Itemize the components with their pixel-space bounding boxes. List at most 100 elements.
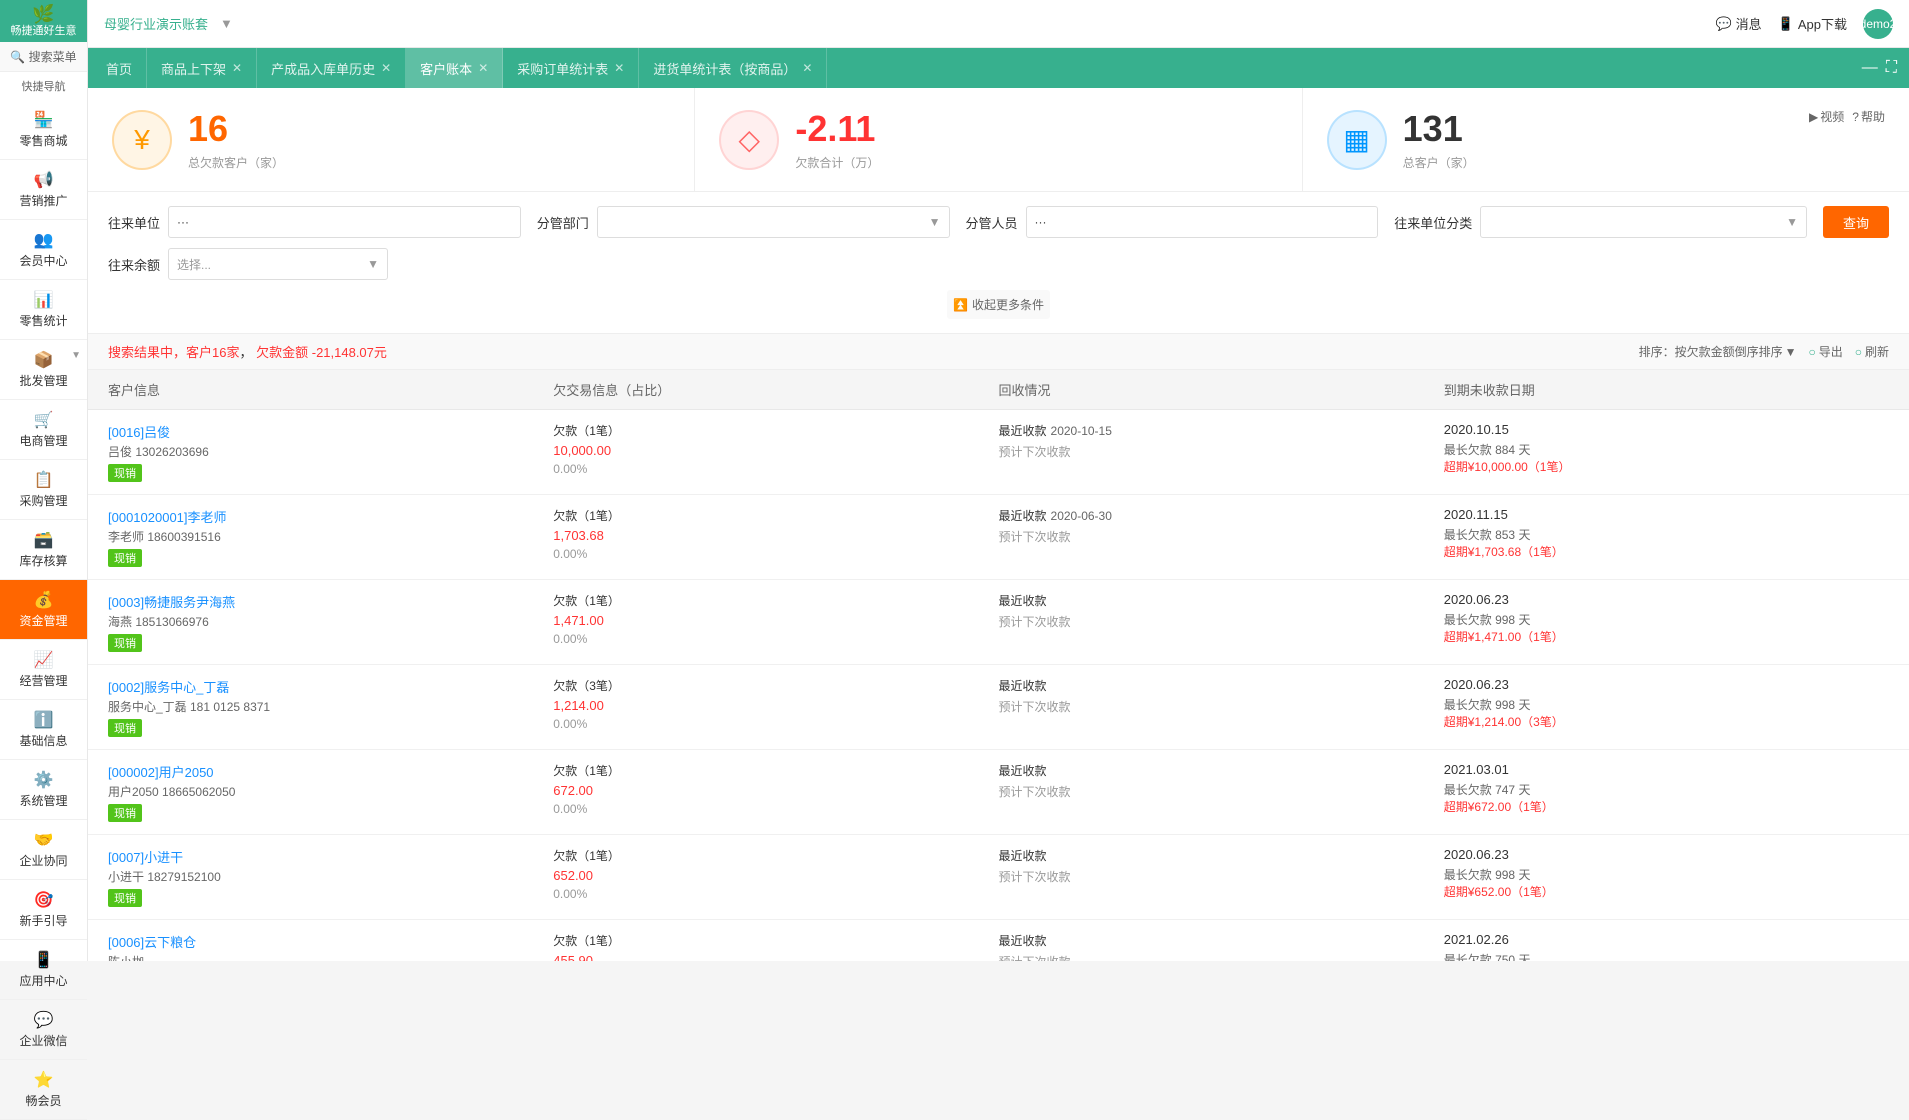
balance-dropdown-icon: ▼ [367,257,379,271]
last-collect: 最近收款 [999,677,1444,694]
quick-nav[interactable]: 快捷导航 [0,72,87,100]
finance-icon: 💰 [4,590,83,610]
sidebar-item-guide[interactable]: 🎯 新手引导 [0,880,87,940]
search-button[interactable]: 查询 [1823,206,1889,238]
next-collect: 预计下次收款 [999,953,1444,961]
export-button[interactable]: ○ 导出 [1808,343,1842,360]
tab-production-history[interactable]: 产成品入库单历史 ✕ [257,48,406,88]
sort-icon: ▼ [1785,345,1797,359]
stat-icon-debtors: ¥ [112,110,172,170]
sidebar-item-finance[interactable]: 💰 资金管理 [0,580,87,640]
due-date-cell: 2021.02.26 最长欠款 750 天 超期¥455.90（1笔） [1444,932,1889,961]
search-label: 搜索菜单 [29,50,77,64]
sidebar: 🌿 畅捷通好生意 🔍 搜索菜单 快捷导航 🏪 零售商城 📢 营销推广 👥 会员中… [0,0,88,961]
tab-purchase-stats[interactable]: 采购订单统计表 ✕ [503,48,639,88]
sidebar-item-purchase[interactable]: 📋 采购管理 [0,460,87,520]
sidebar-item-inventory[interactable]: 🗃️ 库存核算 [0,520,87,580]
manager-filter-input[interactable]: ··· [1026,206,1379,238]
next-collect: 预计下次收款 [999,698,1444,715]
tab-close-icon[interactable]: ✕ [381,61,391,75]
tab-close-icon[interactable]: ✕ [614,61,624,75]
stat-icon-customers: ▦ [1327,110,1387,170]
customer-info-cell: [0003]畅捷服务尹海燕 海燕 18513066976 现销 [108,592,553,652]
customer-name-link[interactable]: [0001020001]李老师 [108,510,227,525]
debt-amount: 1,703.68 [553,528,998,543]
sidebar-item-basic-info[interactable]: ℹ️ 基础信息 [0,700,87,760]
sidebar-item-member[interactable]: 👥 会员中心 [0,220,87,280]
table-row: [0001020001]李老师 李老师 18600391516 现销 欠款（1笔… [88,495,1909,580]
stat-label-debt: 欠款合计（万） [795,154,879,171]
customer-name-link[interactable]: [000002]用户2050 [108,765,214,780]
refresh-button[interactable]: ○ 刷新 [1855,343,1889,360]
overdue-link[interactable]: 超期¥1,214.00（3笔） [1444,713,1889,730]
last-collect: 最近收款2020-06-30 [999,507,1444,524]
table-row: [0006]云下粮仓 陈小枷 现销 欠款（1笔） 455.90 0.00% 最近… [88,920,1909,961]
tab-home[interactable]: 首页 [92,48,147,88]
debt-ratio: 0.00% [553,462,998,476]
search-icon: 🔍 [10,50,25,64]
table-row: [000002]用户2050 用户2050 18665062050 现销 欠款（… [88,750,1909,835]
sidebar-item-marketing[interactable]: 📢 营销推广 [0,160,87,220]
due-date: 2020.06.23 [1444,592,1889,607]
manager-filter-label: 分管人员 [966,213,1018,232]
content-area: ¥ 16 总欠款客户（家） ◇ -2.11 欠款合计（万） ▦ 131 总 [88,88,1909,961]
message-btn[interactable]: 💬 消息 [1715,14,1761,33]
overdue-link[interactable]: 超期¥652.00（1笔） [1444,883,1889,900]
customer-name-link[interactable]: [0003]畅捷服务尹海燕 [108,595,235,610]
filter-balance: 往来余额 选择... ▼ [108,248,388,280]
tab-purchase-by-product[interactable]: 进货单统计表（按商品） ✕ [639,48,827,88]
customer-info-cell: [0001020001]李老师 李老师 18600391516 现销 [108,507,553,567]
stat-number-customers: 131 [1403,108,1475,150]
debt-amount: 1,214.00 [553,698,998,713]
customer-name-link[interactable]: [0016]吕俊 [108,425,170,440]
debt-info-cell: 欠款（1笔） 1,471.00 0.00% [553,592,998,646]
balance-filter-select[interactable]: 选择... ▼ [168,248,388,280]
customer-name-link[interactable]: [0007]小进干 [108,850,183,865]
sidebar-item-appstore[interactable]: 📱 应用中心 [0,940,87,1000]
sidebar-item-operations[interactable]: 📈 经营管理 [0,640,87,700]
customer-filter-input[interactable]: ··· [168,206,521,238]
menu-search[interactable]: 🔍 搜索菜单 [0,42,87,72]
collab-icon: 🤝 [4,830,83,850]
maximize-icon[interactable]: ⛶ [1886,59,1897,77]
overdue-link[interactable]: 超期¥672.00（1笔） [1444,798,1889,815]
sidebar-item-retail-mall[interactable]: 🏪 零售商城 [0,100,87,160]
overdue-link[interactable]: 超期¥10,000.00（1笔） [1444,458,1889,475]
customer-name-link[interactable]: [0002]服务中心_丁磊 [108,680,229,695]
video-icon: ▶ [1809,110,1818,124]
vip-icon: ⭐ [4,1070,83,1090]
ecommerce-icon: 🛒 [4,410,83,430]
sidebar-item-collab[interactable]: 🤝 企业协同 [0,820,87,880]
minimize-icon[interactable]: — [1862,59,1878,77]
dropdown-arrow-icon[interactable]: ▼ [220,16,233,31]
user-avatar[interactable]: demo2 [1863,9,1893,39]
sidebar-item-wechat[interactable]: 💬 企业微信 [0,1000,87,1060]
tab-customer-ledger[interactable]: 客户账本 ✕ [406,48,503,88]
overdue-link[interactable]: 超期¥1,703.68（1笔） [1444,543,1889,560]
tab-close-icon[interactable]: ✕ [232,61,242,75]
app-download-btn[interactable]: 📱 App下载 [1778,14,1847,33]
table-wrapper: 客户信息 欠交易信息（占比） 回收情况 到期未收款日期 [0016]吕俊 吕俊 … [88,370,1909,961]
help-btn[interactable]: ? 帮助 [1852,108,1885,125]
tab-close-icon[interactable]: ✕ [802,61,812,75]
debt-count: 欠款（1笔） [553,592,998,609]
sidebar-item-system[interactable]: ⚙️ 系统管理 [0,760,87,820]
sort-button[interactable]: 排序：按欠款金额倒序排序 ▼ [1639,343,1797,360]
dept-filter-select[interactable]: ▼ [597,206,950,238]
due-date-cell: 2020.11.15 最长欠款 853 天 超期¥1,703.68（1笔） [1444,507,1889,560]
sidebar-item-ecommerce[interactable]: 🛒 电商管理 [0,400,87,460]
sidebar-item-vip[interactable]: ⭐ 畅会员 [0,1060,87,1120]
collect-info-cell: 最近收款2020-06-30 预计下次收款 [999,507,1444,545]
due-date-cell: 2020.06.23 最长欠款 998 天 超期¥1,214.00（3笔） [1444,677,1889,730]
sidebar-item-retail-stats[interactable]: 📊 零售统计 [0,280,87,340]
overdue-link[interactable]: 超期¥1,471.00（1笔） [1444,628,1889,645]
category-dropdown-icon: ▼ [1786,215,1798,229]
category-filter-select[interactable]: ▼ [1480,206,1807,238]
video-btn[interactable]: ▶ 视频 [1809,108,1844,125]
tab-product-listing[interactable]: 商品上下架 ✕ [147,48,257,88]
sidebar-item-wholesale[interactable]: 📦 批发管理 ▼ [0,340,87,400]
dept-dropdown-icon: ▼ [929,215,941,229]
customer-name-link[interactable]: [0006]云下粮仓 [108,935,196,950]
tab-close-icon[interactable]: ✕ [478,61,488,75]
collapse-btn[interactable]: ⏫ 收起更多条件 [947,290,1050,319]
